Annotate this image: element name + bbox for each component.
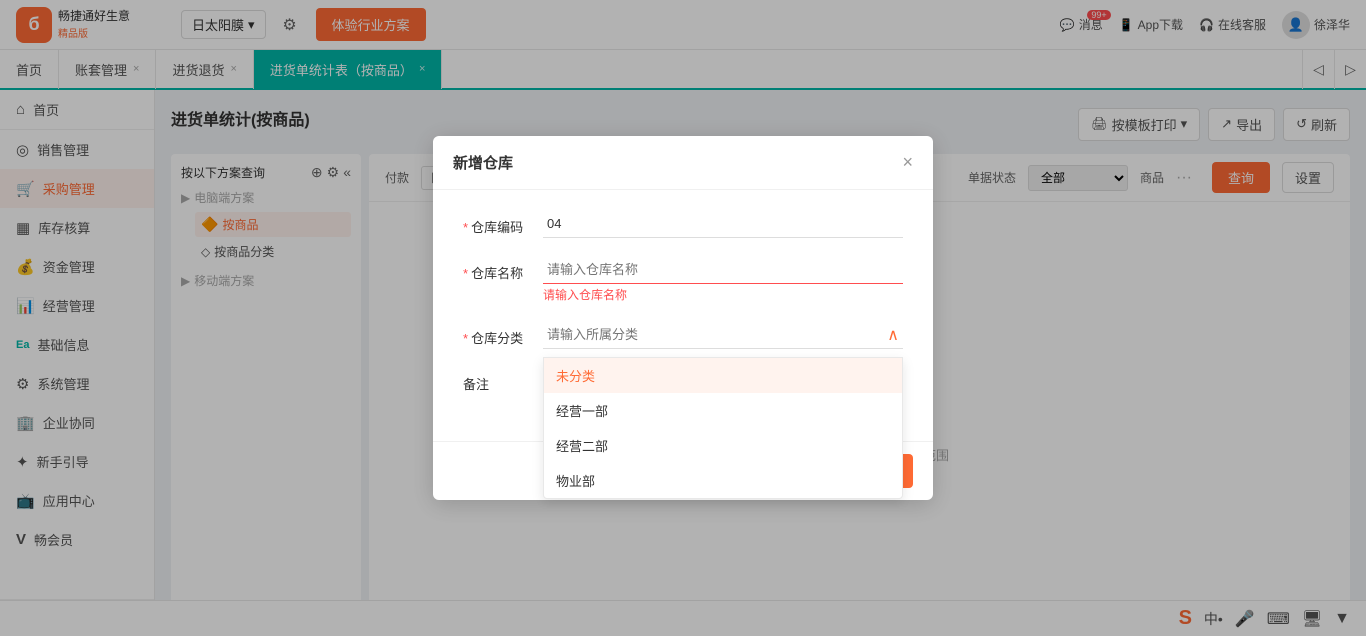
form-row-category: *仓库分类 ∧ 未分类 经营一部 经营二部 物业部 <box>463 321 903 349</box>
dropdown-item-dept2[interactable]: 经营二部 <box>544 428 902 463</box>
required-mark-code: * <box>463 220 468 235</box>
dropdown-item-dept1[interactable]: 经营一部 <box>544 393 902 428</box>
category-input[interactable] <box>543 321 903 349</box>
category-arrow-icon[interactable]: ∧ <box>887 325 899 345</box>
required-mark-cat: * <box>463 331 468 346</box>
dialog-title: 新增仓库 <box>453 152 513 173</box>
code-input[interactable] <box>543 210 903 238</box>
dialog-header: 新增仓库 × <box>433 136 933 190</box>
dialog-body: *仓库编码 *仓库名称 请输入仓库名称 *仓库分类 ∧ <box>433 190 933 441</box>
category-label: *仓库分类 <box>463 321 543 347</box>
dropdown-item-none[interactable]: 未分类 <box>544 358 902 393</box>
category-dropdown: 未分类 经营一部 经营二部 物业部 <box>543 357 903 499</box>
form-row-code: *仓库编码 <box>463 210 903 238</box>
name-label: *仓库名称 <box>463 256 543 282</box>
name-input[interactable] <box>543 256 903 284</box>
code-input-wrap <box>543 210 903 238</box>
dialog-close-button[interactable]: × <box>902 152 913 173</box>
new-warehouse-dialog: 新增仓库 × *仓库编码 *仓库名称 请输入仓库名称 *仓库分类 <box>433 136 933 500</box>
category-input-wrap: ∧ 未分类 经营一部 经营二部 物业部 <box>543 321 903 349</box>
required-mark-name: * <box>463 266 468 281</box>
remark-label: 备注 <box>463 367 543 393</box>
form-row-name: *仓库名称 请输入仓库名称 <box>463 256 903 303</box>
code-label: *仓库编码 <box>463 210 543 236</box>
name-input-wrap: 请输入仓库名称 <box>543 256 903 303</box>
dropdown-item-dept3[interactable]: 物业部 <box>544 463 902 498</box>
name-error-msg: 请输入仓库名称 <box>543 286 903 303</box>
